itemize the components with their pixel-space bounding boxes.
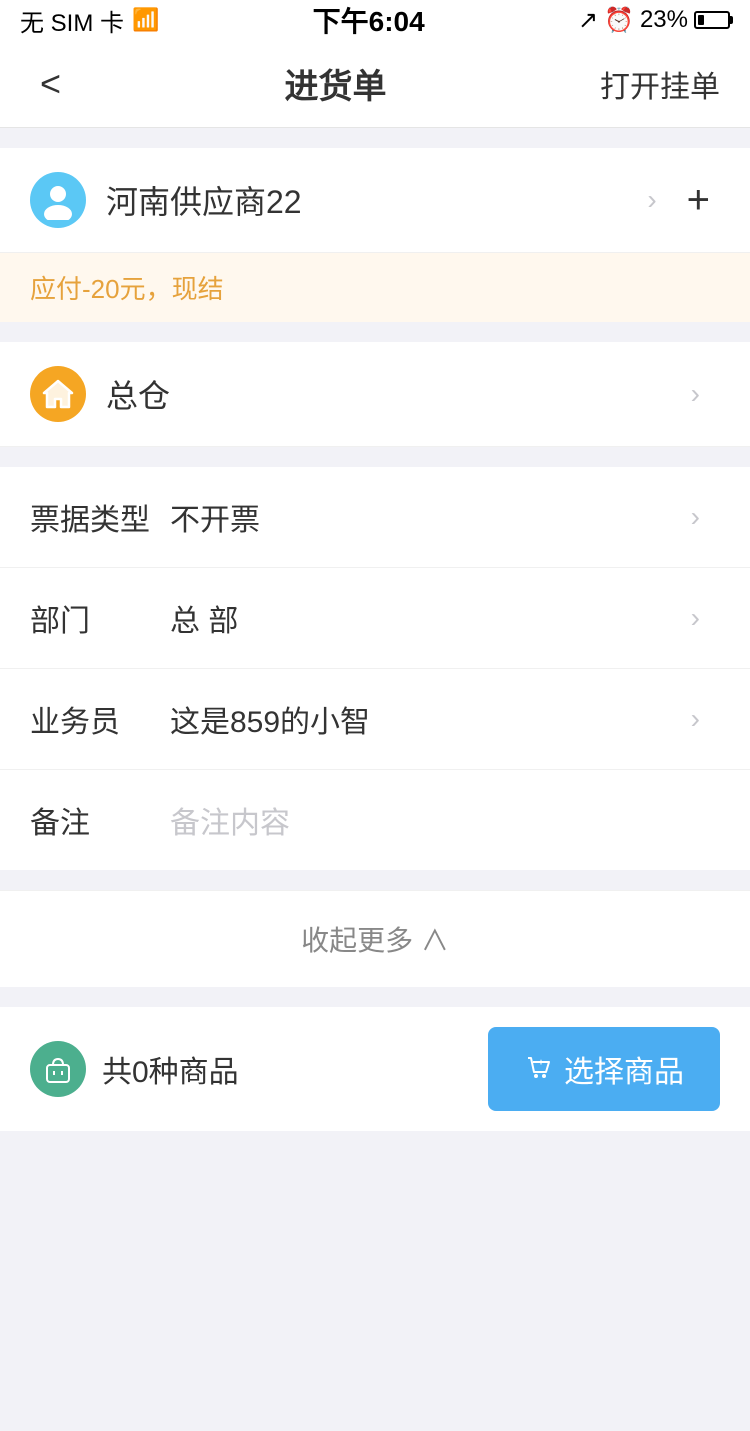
- supplier-row[interactable]: 河南供应商22 › +: [0, 148, 750, 253]
- collapse-row[interactable]: 收起更多 ∧: [0, 890, 750, 987]
- dept-row[interactable]: 部门 总 部 ›: [0, 568, 750, 669]
- collapse-label: 收起更多 ∧: [301, 919, 449, 959]
- warehouse-chevron-icon: ›: [691, 378, 700, 410]
- supplier-chevron-icon: ›: [647, 184, 656, 216]
- alarm-icon: ⏰: [604, 6, 634, 35]
- dept-value: 总 部: [170, 596, 691, 640]
- bottom-bar: 共0种商品 + 选择商品: [0, 1007, 750, 1131]
- goods-count-text: 共0种商品: [102, 1047, 239, 1091]
- cart-icon: +: [524, 1054, 554, 1084]
- status-right: ↗ ⏰ 23%: [578, 6, 730, 35]
- salesman-label: 业务员: [30, 697, 170, 741]
- invoice-label: 票据类型: [30, 495, 170, 539]
- salesman-chevron-icon: ›: [691, 703, 700, 735]
- svg-text:+: +: [538, 1057, 543, 1067]
- status-left: 无 SIM 卡 📶: [20, 3, 159, 38]
- avatar-icon: [38, 180, 78, 220]
- supplier-notice: 应付-20元，现结: [0, 253, 750, 322]
- supplier-section: 河南供应商22 › + 应付-20元，现结: [0, 148, 750, 322]
- page-title: 进货单: [285, 59, 387, 108]
- warehouse-name: 总仓: [106, 371, 691, 417]
- salesman-row[interactable]: 业务员 这是859的小智 ›: [0, 669, 750, 770]
- supplier-avatar: [30, 172, 86, 228]
- warehouse-row[interactable]: 总仓 ›: [0, 342, 750, 447]
- add-supplier-button[interactable]: +: [677, 178, 720, 223]
- battery-icon: [694, 11, 730, 29]
- select-goods-button[interactable]: + 选择商品: [488, 1027, 720, 1111]
- invoice-chevron-icon: ›: [691, 501, 700, 533]
- warehouse-icon: [41, 377, 75, 411]
- wifi-icon: 📶: [132, 7, 159, 33]
- remark-label: 备注: [30, 798, 170, 842]
- dept-chevron-icon: ›: [691, 602, 700, 634]
- status-bar: 无 SIM 卡 📶 下午6:04 ↗ ⏰ 23%: [0, 0, 750, 40]
- nav-bar: < 进货单 打开挂单: [0, 40, 750, 128]
- battery-percent: 23%: [640, 6, 688, 34]
- content-rest: [0, 1131, 750, 1431]
- back-button[interactable]: <: [30, 53, 71, 115]
- select-goods-label: 选择商品: [564, 1047, 684, 1091]
- remark-row[interactable]: 备注 备注内容: [0, 770, 750, 870]
- goods-bag-icon: [41, 1052, 75, 1086]
- section-gap-1: [0, 128, 750, 148]
- sim-label: 无 SIM 卡: [20, 3, 124, 38]
- dept-label: 部门: [30, 596, 170, 640]
- form-section: 票据类型 不开票 › 部门 总 部 › 业务员 这是859的小智 › 备注 备注…: [0, 467, 750, 870]
- open-pending-button[interactable]: 打开挂单: [600, 62, 720, 106]
- status-time: 下午6:04: [313, 0, 425, 40]
- goods-count-wrap: 共0种商品: [30, 1041, 239, 1097]
- salesman-value: 这是859的小智: [170, 697, 691, 741]
- invoice-value: 不开票: [170, 495, 691, 539]
- invoice-row[interactable]: 票据类型 不开票 ›: [0, 467, 750, 568]
- supplier-name: 河南供应商22: [106, 177, 647, 223]
- warehouse-icon-wrap: [30, 366, 86, 422]
- location-icon: ↗: [578, 6, 598, 35]
- goods-icon-wrap: [30, 1041, 86, 1097]
- remark-input[interactable]: 备注内容: [170, 798, 720, 842]
